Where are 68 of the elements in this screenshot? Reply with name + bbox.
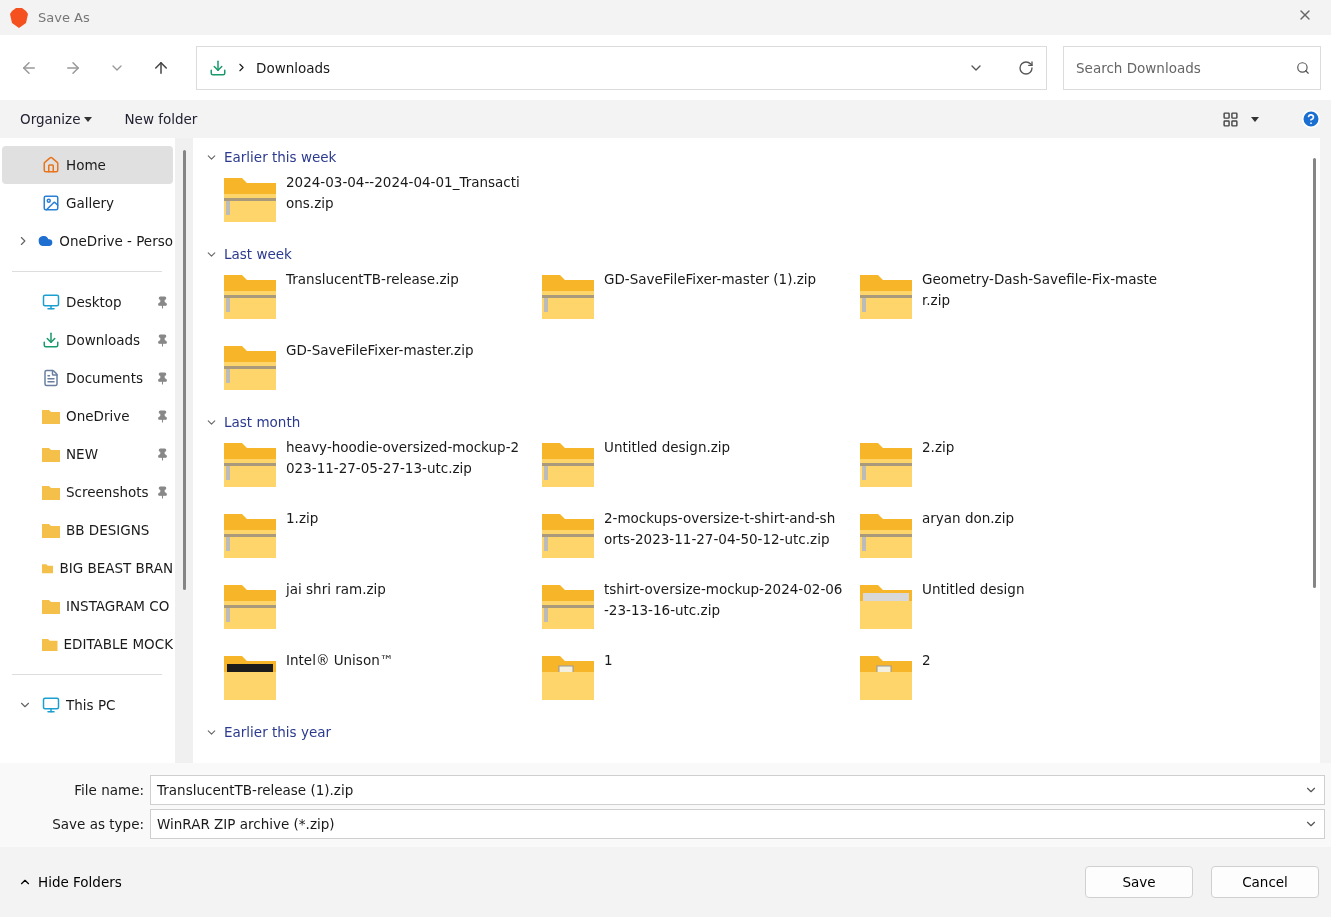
file-name[interactable]: 1	[604, 650, 613, 671]
search-field[interactable]: Search Downloads	[1063, 45, 1321, 90]
sidebar-item[interactable]: Desktop	[2, 283, 173, 321]
sidebar-item[interactable]: INSTAGRAM CO	[2, 587, 173, 625]
monitor-icon	[42, 696, 60, 714]
file-name[interactable]: heavy-hoodie-oversized-mockup-2 023-11-27-05-27-13-utc.zip	[286, 437, 520, 479]
sidebar-item[interactable]: BIG BEAST BRAN	[2, 549, 173, 587]
sidebar-item[interactable]: Home	[2, 146, 173, 184]
monitor-icon	[42, 293, 60, 311]
folder-icon	[42, 484, 60, 500]
folder-icon	[42, 598, 60, 614]
group-header[interactable]: Earlier this week	[205, 144, 337, 170]
gallery-icon	[42, 194, 60, 212]
sidebar-item[interactable]: OneDrive - Perso	[2, 222, 173, 260]
view-icon[interactable]	[1222, 110, 1239, 128]
field-label: File name:	[73, 782, 145, 798]
location-text: Downloads	[256, 59, 331, 76]
file-name[interactable]: tshirt-oversize-mockup-2024-02-06 -23-13-16-utc.zip	[604, 579, 843, 621]
toolbar-button[interactable]: Organize	[10, 107, 103, 131]
file-name[interactable]: GD-SaveFileFixer-master (1).zip	[604, 269, 817, 290]
scrollbar-thumb[interactable]	[1313, 158, 1316, 588]
group-header[interactable]: Last month	[205, 409, 301, 435]
document-icon	[42, 369, 60, 387]
sidebar-item[interactable]: Downloads	[2, 321, 173, 359]
file-name[interactable]: TranslucentTB-release.zip	[286, 269, 459, 290]
folder-icon	[42, 522, 60, 538]
sidebar-item[interactable]: Gallery	[2, 184, 173, 222]
sidebar-item[interactable]: NEW	[2, 435, 173, 473]
home-icon	[42, 156, 60, 174]
folder-icon	[42, 446, 60, 462]
refresh-icon[interactable]	[1018, 59, 1034, 76]
download-icon	[42, 331, 60, 349]
help-icon[interactable]	[1301, 109, 1321, 129]
file-name[interactable]: Geometry-Dash-Savefile-Fix-maste r.zip	[922, 269, 1158, 311]
scrollbar-thumb[interactable]	[182, 150, 186, 590]
sidebar-item[interactable]: This PC	[2, 686, 173, 724]
combo-field[interactable]: TranslucentTB-release (1).zip	[150, 775, 1325, 805]
field-label: Save as type:	[51, 816, 145, 832]
sidebar-item[interactable]: OneDrive	[2, 397, 173, 435]
file-name[interactable]: 2.zip	[922, 437, 955, 458]
file-name[interactable]: 2-mockups-oversize-t-shirt-and-sh orts-2023-11-27-04-50-12-utc.zip	[604, 508, 836, 550]
sidebar-item[interactable]: EDITABLE MOCK	[2, 625, 173, 663]
dialog-button[interactable]: Cancel	[1211, 866, 1319, 898]
file-name[interactable]: Untitled design	[922, 579, 1025, 600]
file-name[interactable]: Intel® Unison™	[286, 650, 394, 671]
file-name[interactable]: jai shri ram.zip	[286, 579, 386, 600]
file-name[interactable]: GD-SaveFileFixer-master.zip	[286, 340, 474, 361]
dialog-button[interactable]: Save	[1085, 866, 1193, 898]
caret-icon	[1251, 116, 1259, 122]
folder-icon	[42, 636, 58, 652]
search-icon	[1296, 60, 1310, 75]
hide-folders-button[interactable]: Hide Folders	[12, 873, 128, 891]
download-icon	[209, 58, 227, 77]
group-header[interactable]: Earlier this year	[205, 719, 332, 745]
file-name[interactable]: 2	[922, 650, 931, 671]
file-name[interactable]: 2024-03-04--2024-04-01_Transacti ons.zip	[286, 172, 520, 214]
sidebar-item[interactable]: Screenshots	[2, 473, 173, 511]
sidebar-item[interactable]: BB DESIGNS	[2, 511, 173, 549]
toolbar-button[interactable]: New folder	[114, 107, 208, 131]
sidebar-item[interactable]: Documents	[2, 359, 173, 397]
file-name[interactable]: 1.zip	[286, 508, 319, 529]
combo-field[interactable]: WinRAR ZIP archive (*.zip)	[150, 809, 1325, 839]
window-title: Save As	[38, 10, 90, 25]
file-name[interactable]: Untitled design.zip	[604, 437, 731, 458]
folder-icon	[42, 408, 60, 424]
file-name[interactable]: aryan don.zip	[922, 508, 1014, 529]
address-bar[interactable]: Downloads	[196, 45, 1047, 90]
group-header[interactable]: Last week	[205, 241, 292, 267]
